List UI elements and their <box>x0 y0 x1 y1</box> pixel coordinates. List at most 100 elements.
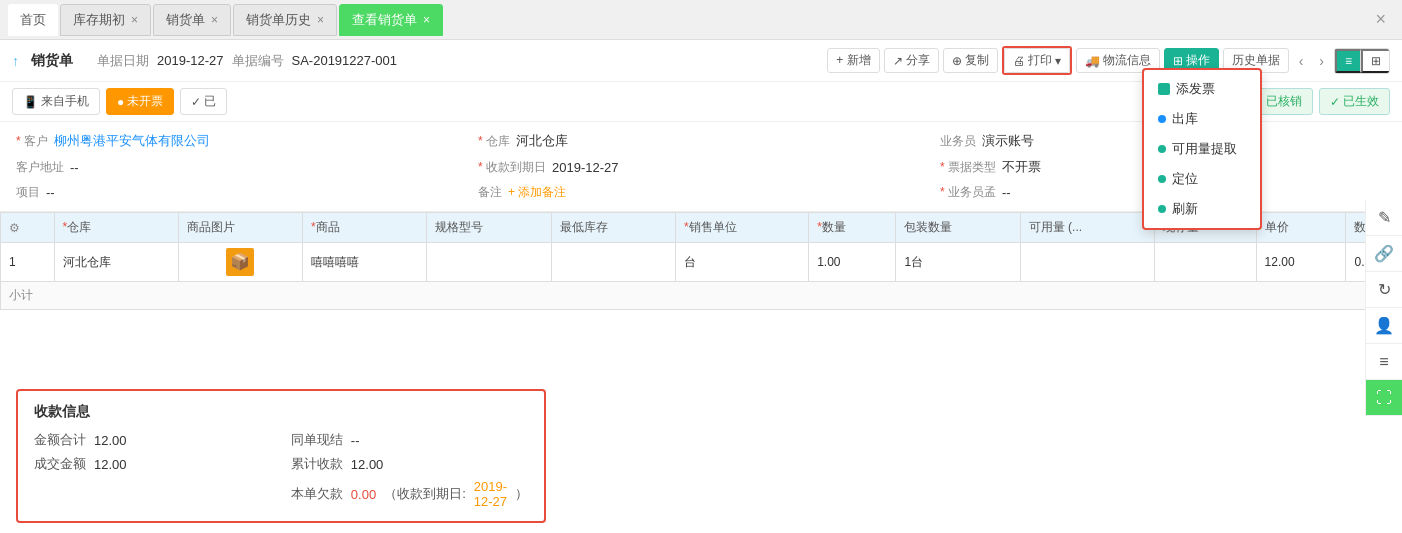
confirm-label: 已 <box>204 93 216 110</box>
address-value: -- <box>70 160 79 175</box>
print-button[interactable]: 🖨 打印 ▾ <box>1004 48 1070 73</box>
ticket-type-value[interactable]: 不开票 <box>1002 158 1041 176</box>
customer-value[interactable]: 柳州粤港平安气体有限公司 <box>54 132 210 150</box>
share-button[interactable]: ↗ 分享 <box>884 48 939 73</box>
already-effective-btn[interactable]: ✓ 已生效 <box>1319 88 1390 115</box>
ticket-icon: ● <box>117 95 124 109</box>
confirm-icon: ✓ <box>191 95 201 109</box>
warehouse-label: 仓库 <box>478 133 510 150</box>
employee-label: 业务员 <box>940 133 976 150</box>
this-order-due-row <box>34 479 261 509</box>
available-qty-label: 可用量提取 <box>1172 140 1237 158</box>
doc-type-title: 销货单 <box>31 52 73 70</box>
nav-next-btn[interactable]: › <box>1313 51 1330 71</box>
close-sales-tab[interactable]: × <box>211 13 218 27</box>
ticket-type-label: 票据类型 <box>940 159 996 176</box>
address-field: 客户地址 -- <box>16 158 462 176</box>
outbound-icon <box>1158 115 1166 123</box>
new-button[interactable]: + 新增 <box>827 48 879 73</box>
nav-prev-btn[interactable]: ‹ <box>1293 51 1310 71</box>
payment-grid: 金额合计 12.00 同单现结 -- 成交金额 12.00 累计收款 12.00… <box>34 431 528 509</box>
user-side-icon[interactable]: 👤 <box>1366 308 1402 344</box>
row-unit: 台 <box>675 243 808 282</box>
dropdown-menu: 添发票 出库 可用量提取 定位 刷新 <box>1142 68 1262 230</box>
deal-amount-value: 12.00 <box>94 457 127 472</box>
col-warehouse: *仓库 <box>54 213 178 243</box>
subtotal-row: 小计 <box>1 282 1402 310</box>
already-effective-label: 已生效 <box>1343 93 1379 110</box>
copy-label: 复制 <box>965 52 989 69</box>
list-view-btn[interactable]: ≡ <box>1335 49 1361 73</box>
available-qty-item[interactable]: 可用量提取 <box>1144 134 1260 164</box>
gear-icon[interactable]: ⚙ <box>9 221 20 235</box>
row-product: 嘻嘻嘻嘻 <box>303 243 427 282</box>
edit-side-icon[interactable]: ✎ <box>1366 200 1402 236</box>
print-btn-wrap: 🖨 打印 ▾ <box>1002 46 1072 75</box>
from-phone-btn[interactable]: 📱 来自手机 <box>12 88 100 115</box>
close-view-tab[interactable]: × <box>423 13 430 27</box>
address-label: 客户地址 <box>16 159 64 176</box>
close-history-tab[interactable]: × <box>317 13 324 27</box>
same-order-value: -- <box>351 433 360 448</box>
available-qty-icon <box>1158 145 1166 153</box>
list-side-icon[interactable]: ≡ <box>1366 344 1402 380</box>
close-window-btn[interactable]: × <box>1367 9 1394 30</box>
col-unit-price: 单价 <box>1256 213 1346 243</box>
row-current-stock <box>1155 243 1256 282</box>
print-dropdown-icon: ▾ <box>1055 54 1061 68</box>
employee-value[interactable]: 演示账号 <box>982 132 1034 150</box>
deal-amount-label: 成交金额 <box>34 455 86 473</box>
salesman-label: 业务员孟 <box>940 184 996 201</box>
row-image: 📦 <box>178 243 302 282</box>
due-date-close: ） <box>515 485 528 503</box>
confirm-btn[interactable]: ✓ 已 <box>180 88 227 115</box>
share-label: 分享 <box>906 52 930 69</box>
customer-field: 客户 柳州粤港平安气体有限公司 <box>16 132 462 150</box>
add-note-btn[interactable]: + 添加备注 <box>508 184 566 201</box>
tab-inventory-init[interactable]: 库存期初 × <box>60 4 151 36</box>
payment-info-box: 收款信息 金额合计 12.00 同单现结 -- 成交金额 12.00 累计收款 … <box>16 389 546 523</box>
tab-view-sales[interactable]: 查看销货单 × <box>339 4 443 36</box>
logistics-label: 物流信息 <box>1103 52 1151 69</box>
due-date-field: 收款到期日 2019-12-27 <box>478 158 924 176</box>
col-min-stock: 最低库存 <box>551 213 675 243</box>
action-left: 📱 来自手机 ● 未开票 ✓ 已 <box>12 88 227 115</box>
refresh-item[interactable]: 刷新 <box>1144 194 1260 224</box>
print-label: 打印 <box>1028 52 1052 69</box>
view-toggle: ≡ ⊞ <box>1334 48 1390 74</box>
warehouse-value[interactable]: 河北仓库 <box>516 132 568 150</box>
locate-label: 定位 <box>1172 170 1198 188</box>
same-order-settle-row: 同单现结 -- <box>291 431 528 449</box>
due-date-value[interactable]: 2019-12-27 <box>552 160 619 175</box>
due-date-note: （收款到期日: <box>384 485 466 503</box>
col-available: 可用量 (... <box>1020 213 1155 243</box>
link-side-icon[interactable]: 🔗 <box>1366 236 1402 272</box>
not-open-ticket-btn[interactable]: ● 未开票 <box>106 88 174 115</box>
grid-view-btn[interactable]: ⊞ <box>1361 49 1389 73</box>
operate-label: 操作 <box>1186 52 1210 69</box>
close-inventory-tab[interactable]: × <box>131 13 138 27</box>
tab-sales-order[interactable]: 销货单 × <box>153 4 231 36</box>
row-available <box>1020 243 1155 282</box>
col-settings[interactable]: ⚙ <box>1 213 55 243</box>
note-field: 备注 + 添加备注 <box>478 184 924 201</box>
action-right: ✓ 已核销 ✓ 已生效 <box>1242 88 1390 115</box>
product-image: 📦 <box>226 248 254 276</box>
expand-side-icon[interactable]: ⛶ <box>1366 380 1402 416</box>
row-min-stock <box>551 243 675 282</box>
copy-button[interactable]: ⊕ 复制 <box>943 48 998 73</box>
tab-sales-label: 销货单 <box>166 11 205 29</box>
tab-sales-history[interactable]: 销货单历史 × <box>233 4 337 36</box>
product-table-area: ⚙ *仓库 商品图片 *商品 规格型号 最低库存 *销售单位 *数量 包装数量 … <box>0 212 1402 379</box>
copy-icon: ⊕ <box>952 54 962 68</box>
row-unit-price: 12.00 <box>1256 243 1346 282</box>
col-spec: 规格型号 <box>427 213 551 243</box>
tab-home[interactable]: 首页 <box>8 4 58 36</box>
right-side-icons: ✎ 🔗 ↻ 👤 ≡ ⛶ <box>1365 200 1402 416</box>
row-warehouse: 河北仓库 <box>54 243 178 282</box>
refresh-side-icon[interactable]: ↻ <box>1366 272 1402 308</box>
doc-number: SA-20191227-001 <box>292 53 398 68</box>
outbound-item[interactable]: 出库 <box>1144 104 1260 134</box>
locate-item[interactable]: 定位 <box>1144 164 1260 194</box>
add-invoice-item[interactable]: 添发票 <box>1144 74 1260 104</box>
